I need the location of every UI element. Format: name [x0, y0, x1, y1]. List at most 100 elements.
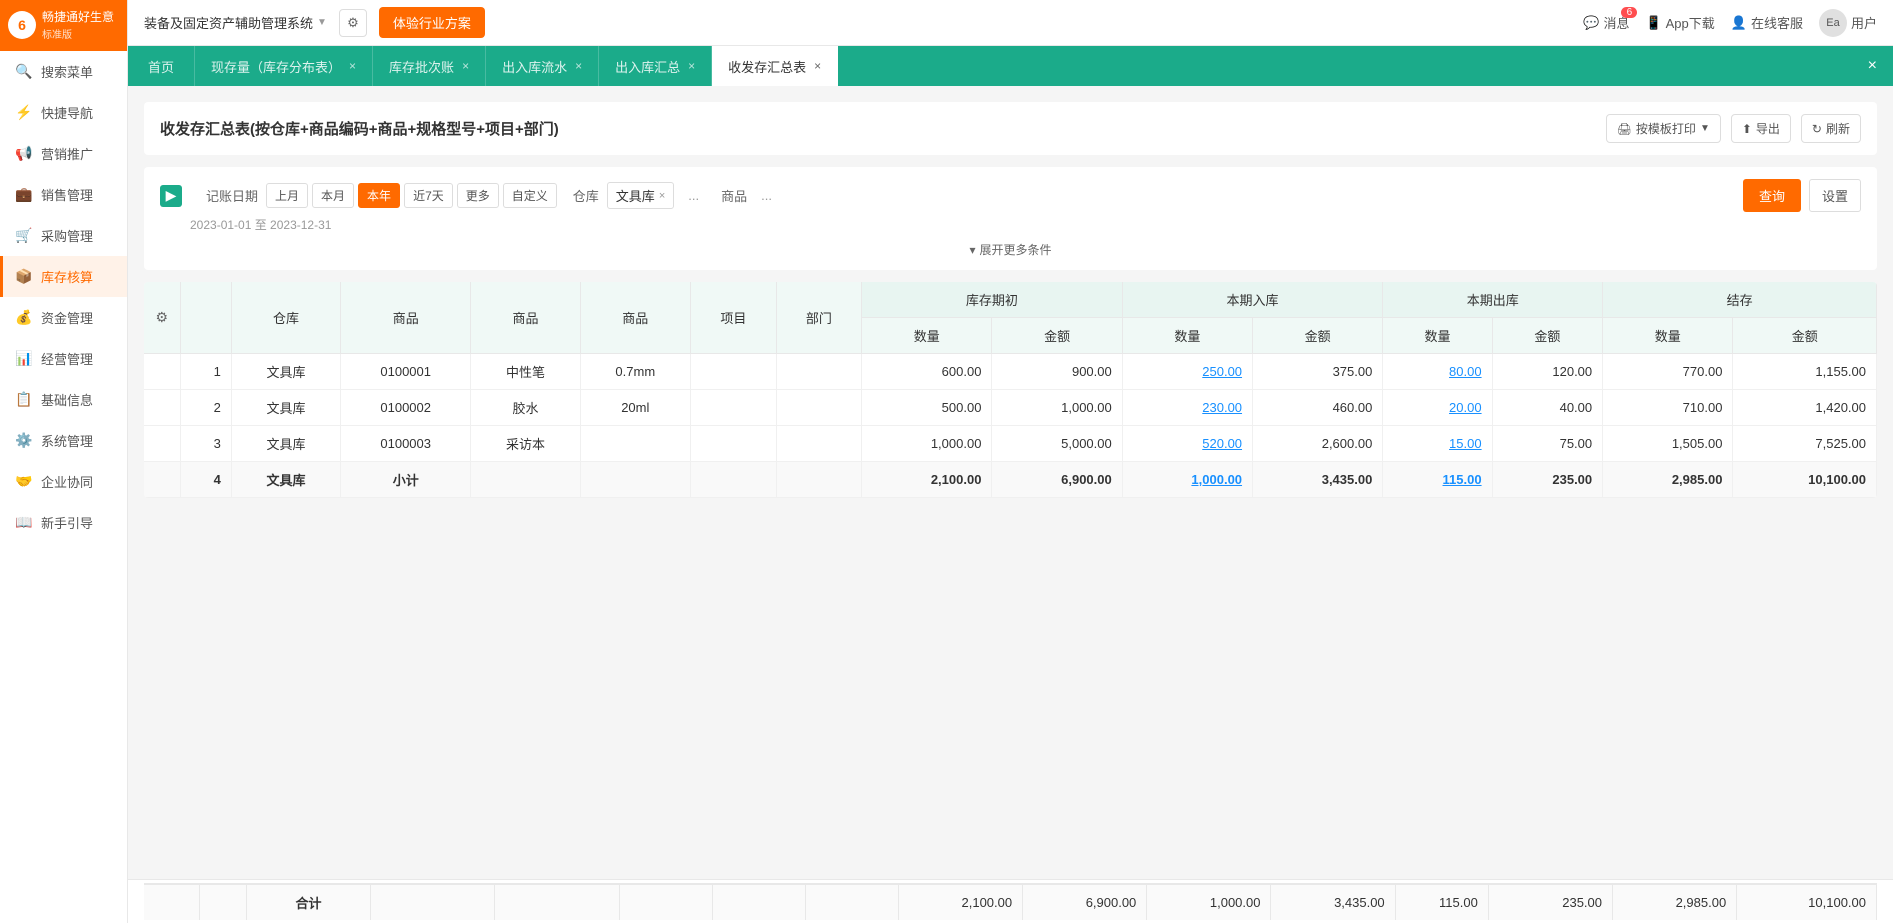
tab-label: 库存批次账	[389, 57, 454, 76]
sidebar-item-marketing[interactable]: 📢 营销推广	[0, 133, 127, 174]
refresh-button[interactable]: ↻ 刷新	[1801, 114, 1861, 143]
row-out-qty[interactable]: 15.00	[1383, 426, 1492, 462]
row-balance-qty: 1,505.00	[1603, 426, 1733, 462]
last-month-btn[interactable]: 上月	[266, 183, 308, 208]
row-balance-qty: 710.00	[1603, 390, 1733, 426]
sidebar-item-guide[interactable]: 📖 新手引导	[0, 502, 127, 543]
export-button[interactable]: ⬆ 导出	[1731, 114, 1791, 143]
subtotal-settings	[144, 462, 180, 498]
sidebar-item-label: 搜索菜单	[41, 62, 93, 81]
online-service-label: 在线客服	[1751, 13, 1803, 32]
subtotal-opening-qty: 2,100.00	[862, 462, 992, 498]
row-balance-amt: 1,155.00	[1733, 354, 1877, 390]
expand-button[interactable]: ▾ 展开更多条件	[969, 241, 1051, 258]
tab-close-icon[interactable]: ×	[349, 59, 356, 73]
tab-close-icon[interactable]: ×	[814, 59, 821, 73]
row-opening-amt: 900.00	[992, 354, 1122, 390]
row-opening-qty: 600.00	[862, 354, 992, 390]
user-menu[interactable]: Ea 用户	[1819, 9, 1877, 37]
tab-stock-distribution[interactable]: 现存量（库存分布表） ×	[195, 46, 373, 86]
subtotal-in-amt: 3,435.00	[1253, 462, 1383, 498]
query-button[interactable]: 查询	[1743, 179, 1801, 212]
tab-in-out-summary[interactable]: 出入库汇总 ×	[599, 46, 712, 86]
sidebar-item-enterprise[interactable]: 🤝 企业协同	[0, 461, 127, 502]
top-header: 装备及固定资产辅助管理系统 ▼ ⚙ 体验行业方案 💬 消息 6 📱 App下载 …	[128, 0, 1893, 46]
sidebar-item-search[interactable]: 🔍 搜索菜单	[0, 51, 127, 92]
row-in-amt: 460.00	[1253, 390, 1383, 426]
warehouse-tag-value: 文具库	[616, 186, 655, 205]
gear-button[interactable]: ⚙	[339, 9, 367, 37]
experience-button[interactable]: 体验行业方案	[379, 7, 485, 38]
row-out-qty[interactable]: 20.00	[1383, 390, 1492, 426]
row-opening-amt: 5,000.00	[992, 426, 1122, 462]
tab-batch-account[interactable]: 库存批次账 ×	[373, 46, 486, 86]
total-balance-qty: 2,985.00	[1613, 884, 1737, 920]
subtotal-in-qty[interactable]: 1,000.00	[1122, 462, 1252, 498]
tab-close-icon[interactable]: ×	[575, 59, 582, 73]
system-title[interactable]: 装备及固定资产辅助管理系统 ▼	[144, 13, 327, 32]
subtotal-out-qty[interactable]: 115.00	[1383, 462, 1492, 498]
total-out-qty: 115.00	[1395, 884, 1488, 920]
finance-icon: 💰	[15, 309, 33, 326]
tab-label: 现存量（库存分布表）	[211, 57, 341, 76]
row-out-amt: 75.00	[1492, 426, 1603, 462]
sidebar-item-system[interactable]: ⚙️ 系统管理	[0, 420, 127, 461]
online-service-button[interactable]: 👤 在线客服	[1731, 13, 1803, 32]
warehouse-more-btn[interactable]: ...	[682, 185, 705, 206]
row-in-qty[interactable]: 250.00	[1122, 354, 1252, 390]
sidebar-item-basic[interactable]: 📋 基础信息	[0, 379, 127, 420]
tab-home[interactable]: 首页	[128, 46, 195, 86]
goods-code-header: 商品	[341, 282, 471, 354]
app-download-button[interactable]: 📱 App下载	[1645, 13, 1714, 32]
print-button[interactable]: 🖨 按模板打印 ▼	[1606, 114, 1721, 143]
tab-close-icon[interactable]: ×	[462, 59, 469, 73]
tab-bar: 首页 现存量（库存分布表） × 库存批次账 × 出入库流水 × 出入库汇总 × …	[128, 46, 1893, 86]
filter-toggle-button[interactable]: ▶	[160, 185, 182, 207]
row-in-qty[interactable]: 230.00	[1122, 390, 1252, 426]
row-in-qty[interactable]: 520.00	[1122, 426, 1252, 462]
sidebar-item-purchase[interactable]: 🛒 采购管理	[0, 215, 127, 256]
refresh-icon: ↻	[1812, 122, 1822, 136]
subtotal-label: 小计	[341, 462, 471, 498]
department-header: 部门	[776, 282, 862, 354]
sidebar-item-label: 资金管理	[41, 308, 93, 327]
warehouse-filter-label: 仓库	[573, 186, 599, 205]
custom-date-btn[interactable]: 自定义	[503, 183, 557, 208]
sidebar-item-operation[interactable]: 📊 经营管理	[0, 338, 127, 379]
inventory-icon: 📦	[15, 268, 33, 285]
warehouse-header: 仓库	[231, 282, 340, 354]
tab-bar-close-button[interactable]: ×	[1852, 57, 1893, 75]
row-settings	[144, 354, 180, 390]
download-icon: 📱	[1645, 15, 1661, 31]
table-settings-icon[interactable]: ⚙	[155, 309, 168, 325]
sidebar-item-inventory[interactable]: 📦 库存核算	[0, 256, 127, 297]
sidebar-item-quick-nav[interactable]: ⚡ 快捷导航	[0, 92, 127, 133]
goods-more-btn[interactable]: ...	[755, 185, 778, 206]
tab-close-icon[interactable]: ×	[688, 59, 695, 73]
sidebar-item-finance[interactable]: 💰 资金管理	[0, 297, 127, 338]
app-edition: 标准版	[42, 26, 114, 41]
last-7days-btn[interactable]: 近7天	[404, 183, 453, 208]
date-filter-label: 记账日期	[206, 186, 258, 205]
row-opening-amt: 1,000.00	[992, 390, 1122, 426]
page-actions: 🖨 按模板打印 ▼ ⬆ 导出 ↻ 刷新	[1606, 114, 1861, 143]
row-opening-qty: 500.00	[862, 390, 992, 426]
this-year-btn[interactable]: 本年	[358, 183, 400, 208]
sidebar-item-label: 销售管理	[41, 185, 93, 204]
page-title: 收发存汇总表(按仓库+商品编码+商品+规格型号+项目+部门)	[160, 118, 559, 139]
tab-in-out-flow[interactable]: 出入库流水 ×	[486, 46, 599, 86]
settings-button[interactable]: 设置	[1809, 179, 1861, 212]
message-button[interactable]: 💬 消息 6	[1583, 13, 1629, 32]
row-out-qty[interactable]: 80.00	[1383, 354, 1492, 390]
warehouse-tag[interactable]: 文具库 ×	[607, 182, 674, 209]
total-row: 合计 2,100.00 6,900.00 1,000.00 3,435.00 1…	[144, 884, 1877, 920]
purchase-icon: 🛒	[15, 227, 33, 244]
more-date-btn[interactable]: 更多	[457, 183, 499, 208]
export-icon: ⬆	[1742, 122, 1752, 136]
this-month-btn[interactable]: 本月	[312, 183, 354, 208]
warehouse-tag-remove[interactable]: ×	[659, 190, 665, 202]
sidebar-item-sales[interactable]: 💼 销售管理	[0, 174, 127, 215]
row-goods-code: 0100002	[341, 390, 471, 426]
page-title-bar: 收发存汇总表(按仓库+商品编码+商品+规格型号+项目+部门) 🖨 按模板打印 ▼…	[144, 102, 1877, 155]
tab-stock-summary[interactable]: 收发存汇总表 ×	[712, 46, 838, 86]
